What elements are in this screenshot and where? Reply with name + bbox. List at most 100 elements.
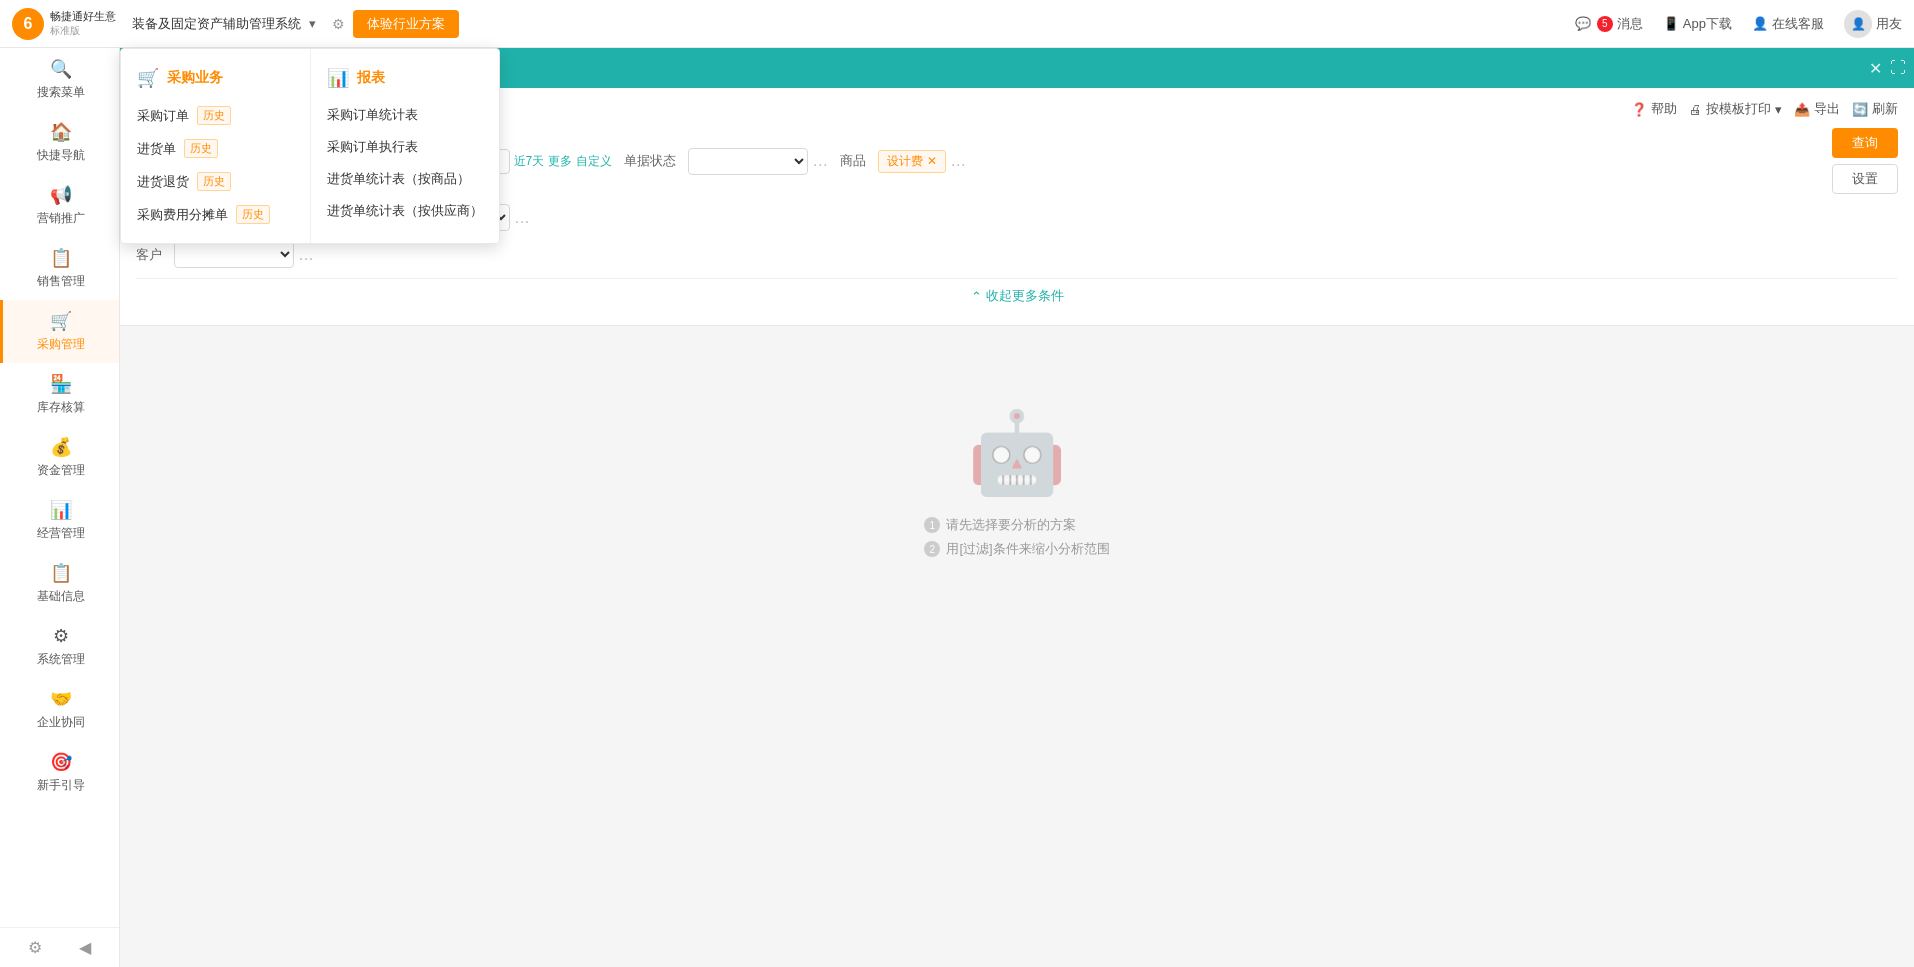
finance-icon: 💰 [50,436,72,458]
sidebar-item-guide[interactable]: 🎯 新手引导 [0,741,119,804]
customer-more[interactable]: … [298,246,314,264]
sidebar-item-inventory[interactable]: 🏪 库存核算 [0,363,119,426]
sidebar-label-operations: 经营管理 [37,525,85,542]
dropdown-item-inbound-return[interactable]: 进货退货 历史 [121,165,310,198]
inbound-return-label: 进货退货 [137,173,189,191]
collapse-sidebar-icon[interactable]: ◀ [79,938,91,957]
sidebar-item-basic-info[interactable]: 📋 基础信息 [0,552,119,615]
export-action[interactable]: 📤 导出 [1794,100,1840,118]
sidebar-label-cooperation: 企业协同 [37,714,85,731]
avatar: 👤 [1844,10,1872,38]
message-badge: 5 [1597,16,1613,32]
refresh-icon: 🔄 [1852,102,1868,117]
message-label: 消息 [1617,15,1643,33]
sidebar-label-purchase: 采购管理 [37,336,85,353]
doc-status-label: 单据状态 [624,152,676,170]
purchase-icon: 🛒 [50,310,72,332]
collapse-up-icon: ⌃ [971,289,982,304]
shortcut-more[interactable]: 更多 [548,153,572,170]
dropdown-item-inbound-stat-goods[interactable]: 进货单统计表（按商品） [311,163,500,195]
operations-icon: 📊 [50,499,72,521]
settings-button[interactable]: 设置 [1832,164,1898,194]
print-icon: 🖨 [1689,102,1702,117]
customer-selector: … [174,241,314,268]
online-service-label: 在线客服 [1772,15,1824,33]
sidebar-item-purchase[interactable]: 🛒 采购管理 [0,300,119,363]
inventory-icon: 🏪 [50,373,72,395]
dropdown-report-header: 📊 报表 [311,61,500,99]
shortcut-custom[interactable]: 自定义 [576,153,612,170]
search-button[interactable]: 查询 [1832,128,1898,158]
app-download-item[interactable]: 📱 App下载 [1663,15,1732,33]
collapse-conditions[interactable]: ⌃ 收起更多条件 [136,278,1898,313]
goods-tag-close[interactable]: ✕ [927,154,937,168]
sidebar-label-quick-nav: 快捷导航 [37,147,85,164]
purchase-order-exec-label: 采购订单执行表 [327,138,418,156]
settings-gear-icon[interactable]: ⚙ [332,16,345,32]
sidebar-item-quick-nav[interactable]: 🏠 快捷导航 [0,111,119,174]
staff-more[interactable]: … [514,209,530,227]
print-dropdown-icon[interactable]: ▾ [1775,102,1782,117]
filter-row-3: 客户 … [136,241,1898,268]
tab-fullscreen-icon[interactable]: ⛶ [1890,59,1906,78]
sidebar-item-operations[interactable]: 📊 经营管理 [0,489,119,552]
dropdown-item-inbound-stat-supplier[interactable]: 进货单统计表（按供应商） [311,195,500,227]
goods-more[interactable]: … [950,152,966,170]
tip-num-2: 2 [924,541,940,557]
doc-status-select[interactable] [688,148,808,175]
print-label: 按模板打印 [1706,100,1771,118]
tab-close-window-icon[interactable]: ✕ [1869,59,1882,78]
empty-tip-2: 2 用[过滤]条件来缩小分析范围 [924,540,1109,558]
message-icon-item[interactable]: 💬 5 消息 [1575,15,1643,33]
sidebar-item-finance[interactable]: 💰 资金管理 [0,426,119,489]
doc-status-more[interactable]: … [812,152,828,170]
customer-label: 客户 [136,246,162,264]
dropdown-item-inbound[interactable]: 进货单 历史 [121,132,310,165]
print-action[interactable]: 🖨 按模板打印 ▾ [1689,100,1782,118]
sidebar-item-cooperation[interactable]: 🤝 企业协同 [0,678,119,741]
help-icon: ❓ [1631,102,1647,117]
dropdown-item-purchase-order[interactable]: 采购订单 历史 [121,99,310,132]
sidebar-item-sales[interactable]: 📋 销售管理 [0,237,119,300]
marketing-icon: 📢 [50,184,72,206]
collapse-label: 收起更多条件 [986,287,1064,305]
sidebar-bottom: ⚙ ◀ [0,927,119,967]
sidebar-item-system[interactable]: ⚙ 系统管理 [0,615,119,678]
dropdown-report-title: 报表 [357,69,385,87]
goods-tag-item: 设计费 ✕ [878,150,946,173]
online-service-item[interactable]: 👤 在线客服 [1752,15,1824,33]
sidebar-item-marketing[interactable]: 📢 营销推广 [0,174,119,237]
sales-icon: 📋 [50,247,72,269]
title-dropdown-icon[interactable]: ▾ [309,16,316,31]
top-header: 6 畅捷通好生意 标准版 装备及固定资产辅助管理系统 ▾ ⚙ 体验行业方案 💬 … [0,0,1914,48]
system-title: 装备及固定资产辅助管理系统 [132,15,301,33]
dropdown-purchase-icon: 🛒 [137,67,159,89]
guide-icon: 🎯 [50,751,72,773]
user-label: 用友 [1876,15,1902,33]
dropdown-purchase-title: 采购业务 [167,69,223,87]
user-avatar-item[interactable]: 👤 用友 [1844,10,1902,38]
sidebar-label-search: 搜索菜单 [37,84,85,101]
purchase-order-label: 采购订单 [137,107,189,125]
goods-tag-label: 设计费 [887,153,923,170]
dropdown-item-purchase-order-stat[interactable]: 采购订单统计表 [311,99,500,131]
export-icon: 📤 [1794,102,1810,117]
dropdown-purchase-col: 🛒 采购业务 采购订单 历史 进货单 历史 进货退货 历史 采购费用分摊单 历史 [121,49,311,243]
cooperation-icon: 🤝 [50,688,72,710]
sidebar-label-finance: 资金管理 [37,462,85,479]
shortcut-7days[interactable]: 近7天 [514,153,545,170]
sidebar-item-search[interactable]: 🔍 搜索菜单 [0,48,119,111]
industry-btn[interactable]: 体验行业方案 [353,10,459,38]
refresh-action[interactable]: 🔄 刷新 [1852,100,1898,118]
help-action[interactable]: ❓ 帮助 [1631,100,1677,118]
tip-text-1: 请先选择要分析的方案 [946,516,1076,534]
empty-tip-1: 1 请先选择要分析的方案 [924,516,1109,534]
dropdown-item-purchase-expense[interactable]: 采购费用分摊单 历史 [121,198,310,231]
empty-illustration: 🤖 [967,406,1067,500]
sidebar-label-guide: 新手引导 [37,777,85,794]
settings-bottom-icon[interactable]: ⚙ [28,938,42,957]
inbound-stat-supplier-label: 进货单统计表（按供应商） [327,202,483,220]
sidebar-label-basic-info: 基础信息 [37,588,85,605]
customer-select[interactable] [174,241,294,268]
dropdown-item-purchase-order-exec[interactable]: 采购订单执行表 [311,131,500,163]
